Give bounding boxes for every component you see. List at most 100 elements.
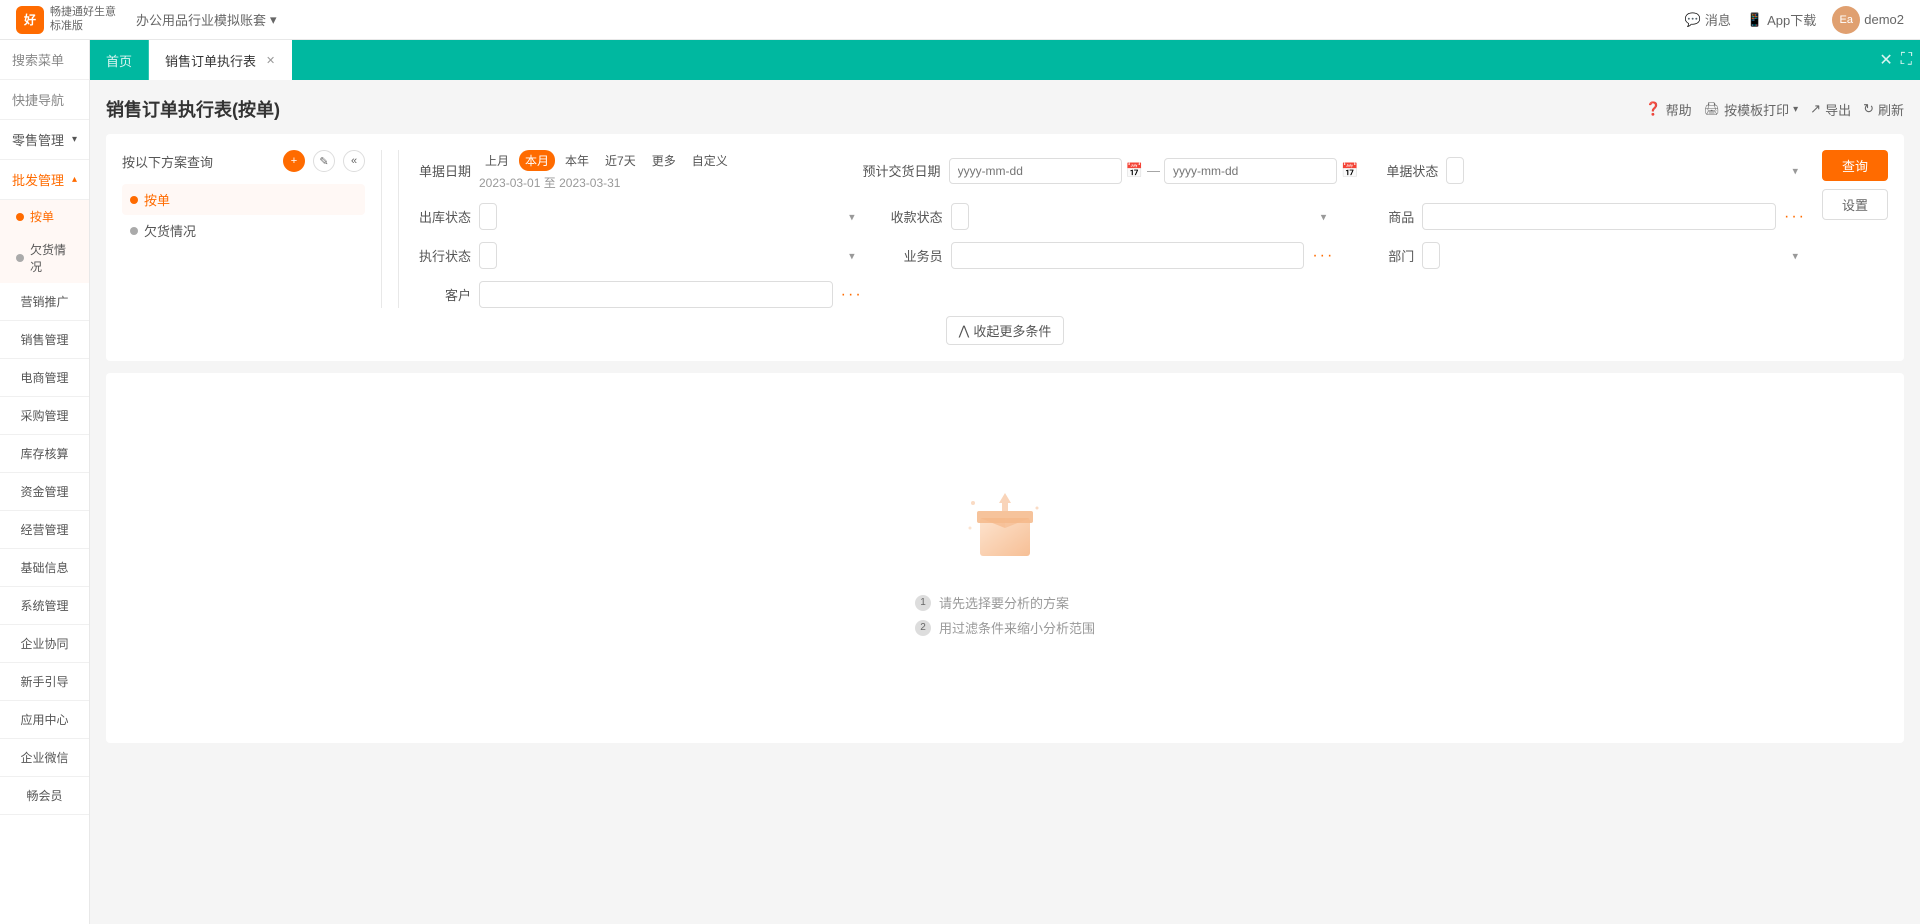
sidebar-item-sales[interactable]: 销售管理 <box>0 321 89 359</box>
print-button[interactable]: 🖨 按模板打印 ▾ <box>1704 100 1799 119</box>
out-stock-select[interactable] <box>479 203 497 230</box>
tab-salesorder[interactable]: 销售订单执行表 ✕ <box>149 40 292 80</box>
doc-status-label: 单据状态 <box>1382 161 1438 180</box>
filter-row-4: 客户 ··· <box>415 281 1806 308</box>
sidebar-item-inventory[interactable]: 库存核算 <box>0 435 89 473</box>
filter-goods: 商品 ··· <box>1358 203 1806 230</box>
dept-select[interactable] <box>1422 242 1440 269</box>
tab-close-icon[interactable]: ✕ <box>266 54 275 67</box>
exec-status-select[interactable] <box>479 242 497 269</box>
exec-status-select-wrapper <box>479 242 863 269</box>
filter-receive-status: 收款状态 <box>887 203 1335 230</box>
user-menu[interactable]: Ea demo2 <box>1832 6 1904 34</box>
export-button[interactable]: ↗ 导出 <box>1810 100 1851 119</box>
dot-icon <box>16 254 24 262</box>
out-stock-label: 出库状态 <box>415 207 471 226</box>
plan-item-order[interactable]: 按单 <box>122 184 365 215</box>
calendar-end-icon[interactable]: 📅 <box>1341 162 1358 179</box>
add-plan-button[interactable]: + <box>283 150 305 172</box>
customer-input[interactable] <box>479 281 833 308</box>
refresh-icon: ↻ <box>1863 101 1874 117</box>
date-tab-this-year[interactable]: 本年 <box>559 150 595 171</box>
dept-label: 部门 <box>1358 246 1414 265</box>
plan-item-debt[interactable]: 欠货情况 <box>122 215 365 246</box>
doc-date-label: 单据日期 <box>415 161 471 180</box>
sidebar-item-wholesale[interactable]: 批发管理 ▴ <box>0 160 89 200</box>
empty-illustration <box>955 473 1055 573</box>
page-actions: ❓ 帮助 🖨 按模板打印 ▾ ↗ 导出 ↻ 刷新 <box>1645 100 1904 119</box>
quick-nav[interactable]: 快捷导航 <box>0 80 89 120</box>
chevron-down-icon: ▾ <box>270 12 277 28</box>
goods-input[interactable] <box>1422 203 1776 230</box>
chevron-down-icon: ▾ <box>72 134 77 145</box>
message-icon: 💬 <box>1685 12 1701 28</box>
sidebar-item-newbie[interactable]: 新手引导 <box>0 663 89 701</box>
left-panel-title: 按以下方案查询 <box>122 152 213 171</box>
sidebar-item-wechat[interactable]: 企业微信 <box>0 739 89 777</box>
app-download-button[interactable]: 📱 App下载 <box>1747 10 1816 29</box>
sidebar-item-member[interactable]: 畅会员 <box>0 777 89 815</box>
page-header: 销售订单执行表(按单) ❓ 帮助 🖨 按模板打印 ▾ ↗ 导出 <box>106 96 1904 122</box>
collapse-button[interactable]: ⋀ 收起更多条件 <box>946 316 1065 345</box>
chevron-down-icon: ▾ <box>1793 104 1798 115</box>
delivery-date-end[interactable] <box>1164 158 1337 184</box>
filter-exec-status: 执行状态 <box>415 242 863 269</box>
calendar-start-icon[interactable]: 📅 <box>1126 162 1143 179</box>
date-tab-7days[interactable]: 近7天 <box>599 150 642 171</box>
sidebar-item-ecommerce[interactable]: 电商管理 <box>0 359 89 397</box>
sidebar-item-marketing[interactable]: 营销推广 <box>0 283 89 321</box>
close-tab-button[interactable]: ✕ <box>1879 50 1892 70</box>
logo-icon: 好 <box>16 6 44 34</box>
filter-row-3: 执行状态 业务员 ··· <box>415 242 1806 269</box>
customer-more-icon[interactable]: ··· <box>841 286 863 304</box>
sidebar-item-finance[interactable]: 资金管理 <box>0 473 89 511</box>
page-content: 销售订单执行表(按单) ❓ 帮助 🖨 按模板打印 ▾ ↗ 导出 <box>90 80 1920 924</box>
receive-status-select[interactable] <box>951 203 969 230</box>
sidebar-sub-item-debt[interactable]: 欠货情况 <box>0 233 89 283</box>
empty-state-panel: 1 请先选择要分析的方案 2 用过滤条件来缩小分析范围 <box>106 373 1904 743</box>
left-panel: 按以下方案查询 + ✎ « 按单 <box>122 150 382 308</box>
setting-button[interactable]: 设置 <box>1822 189 1888 220</box>
search-menu[interactable]: 搜索菜单 <box>0 40 89 80</box>
date-tab-more[interactable]: 更多 <box>646 150 682 171</box>
empty-state: 1 请先选择要分析的方案 2 用过滤条件来缩小分析范围 <box>106 413 1904 703</box>
wholesale-submenu: 按单 欠货情况 <box>0 200 89 283</box>
left-panel-actions: + ✎ « <box>283 150 365 172</box>
maximize-button[interactable]: ⛶ <box>1901 51 1912 69</box>
filter-customer: 客户 ··· <box>415 281 863 308</box>
filter-expected-delivery: 预计交货日期 📅 — 📅 <box>863 150 1359 191</box>
sidebar-item-apps[interactable]: 应用中心 <box>0 701 89 739</box>
dept-select-wrapper <box>1422 242 1806 269</box>
delivery-date-start[interactable] <box>949 158 1122 184</box>
salesperson-more-icon[interactable]: ··· <box>1312 247 1334 265</box>
collapse-panel-button[interactable]: « <box>343 150 365 172</box>
panel-content: 按以下方案查询 + ✎ « 按单 <box>122 150 1888 308</box>
sidebar-item-system[interactable]: 系统管理 <box>0 587 89 625</box>
sidebar-item-purchase[interactable]: 采购管理 <box>0 397 89 435</box>
date-tab-last-month[interactable]: 上月 <box>479 150 515 171</box>
help-button[interactable]: ❓ 帮助 <box>1645 100 1691 119</box>
date-tab-custom[interactable]: 自定义 <box>686 150 734 171</box>
message-button[interactable]: 💬 消息 <box>1685 10 1731 29</box>
edit-plan-button[interactable]: ✎ <box>313 150 335 172</box>
sidebar-item-basicinfo[interactable]: 基础信息 <box>0 549 89 587</box>
page-title: 销售订单执行表(按单) <box>106 96 280 122</box>
top-bar-right: 💬 消息 📱 App下载 Ea demo2 <box>1685 6 1904 34</box>
sidebar-item-corp[interactable]: 企业协同 <box>0 625 89 663</box>
sidebar-item-retail[interactable]: 零售管理 ▾ <box>0 120 89 160</box>
filter-row-1: 单据日期 上月 本月 本年 近7天 更多 自定义 <box>415 150 1806 191</box>
filter-bottom: ⋀ 收起更多条件 <box>122 316 1888 345</box>
sidebar-item-operations[interactable]: 经营管理 <box>0 511 89 549</box>
refresh-button[interactable]: ↻ 刷新 <box>1863 100 1904 119</box>
tab-bar-actions: ✕ ⛶ <box>1871 40 1920 80</box>
date-separator: — <box>1147 163 1160 178</box>
app-selector[interactable]: 办公用品行业模拟账套 ▾ <box>136 10 277 29</box>
goods-more-icon[interactable]: ··· <box>1784 208 1806 226</box>
date-tab-this-month[interactable]: 本月 <box>519 150 555 171</box>
filter-doc-status: 单据状态 <box>1382 150 1806 191</box>
salesperson-input[interactable] <box>951 242 1305 269</box>
tab-home[interactable]: 首页 <box>90 40 149 80</box>
sidebar-sub-item-order[interactable]: 按单 <box>0 200 89 233</box>
query-button[interactable]: 查询 <box>1822 150 1888 181</box>
doc-status-select[interactable] <box>1446 157 1464 184</box>
